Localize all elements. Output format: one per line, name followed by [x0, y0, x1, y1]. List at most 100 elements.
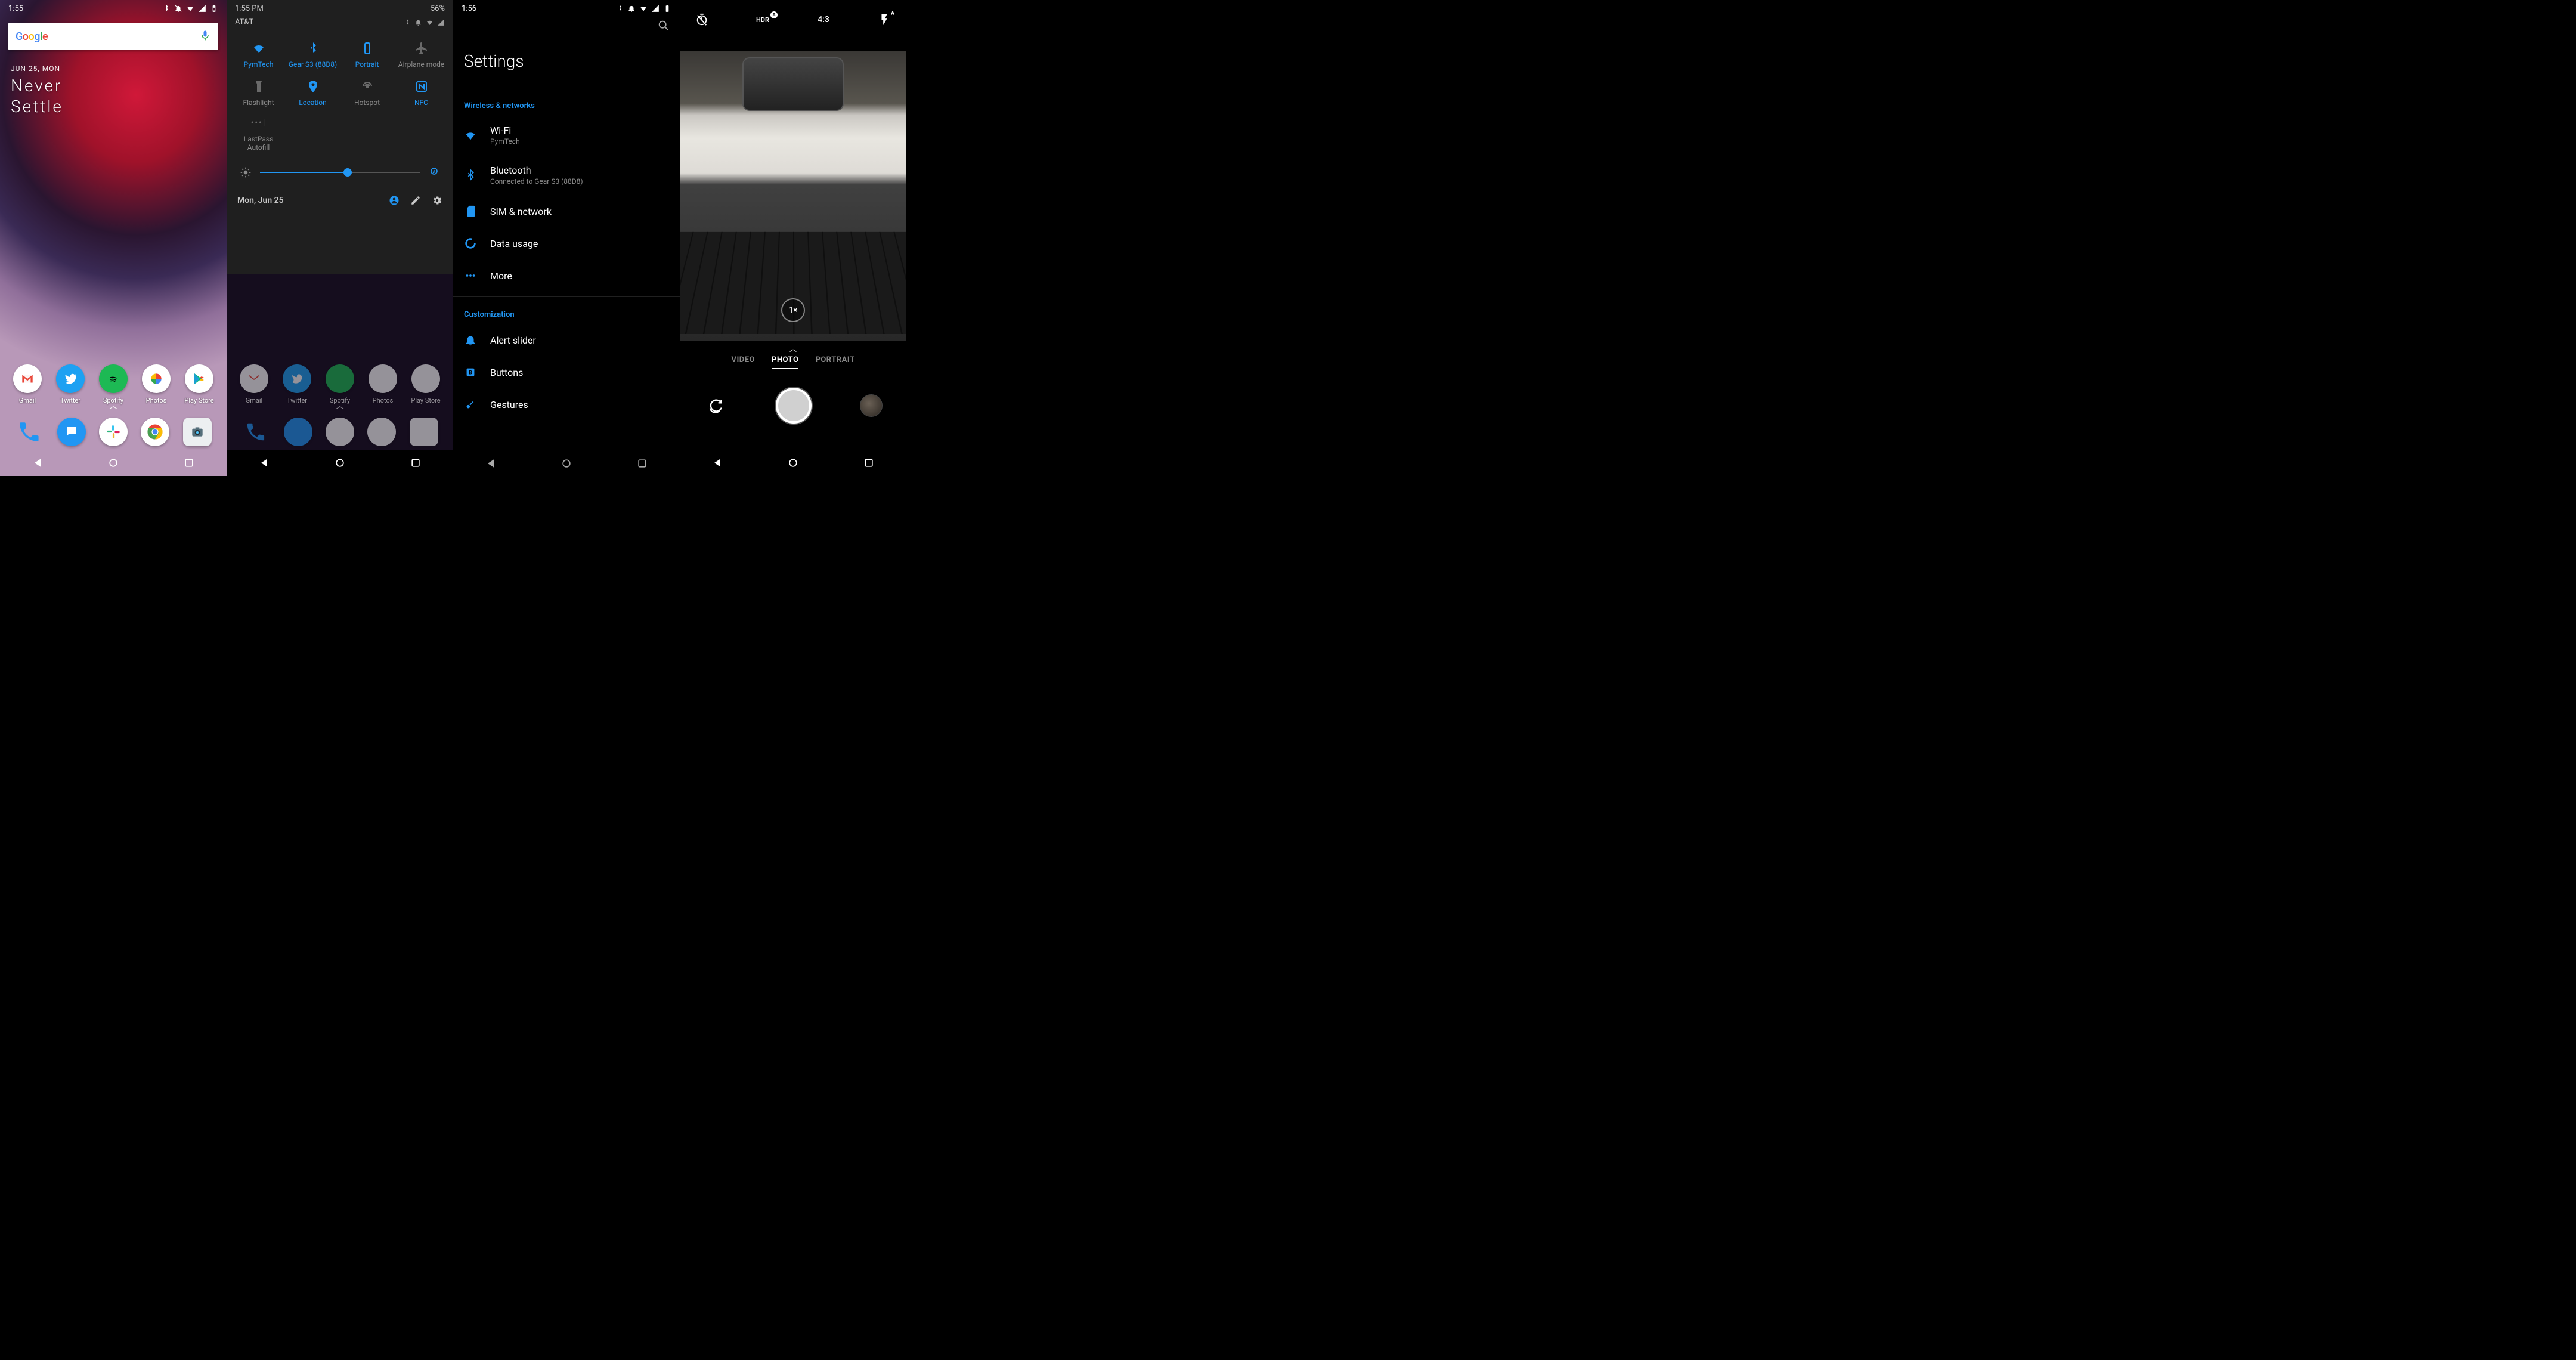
dock-slack[interactable] — [326, 418, 354, 446]
row-bluetooth[interactable]: BluetoothConnected to Gear S3 (88D8) — [453, 155, 680, 195]
mode-portrait[interactable]: PORTRAIT — [815, 356, 854, 369]
motto: NeverSettle — [11, 75, 216, 117]
date-widget[interactable]: JUN 25, MON NeverSettle — [11, 64, 216, 117]
dock-messages[interactable] — [284, 418, 312, 446]
qs-date[interactable]: Mon, Jun 25 — [237, 196, 378, 205]
dock-dimmed — [227, 418, 453, 446]
app-gmail[interactable]: Gmail — [8, 364, 47, 404]
qs-nfc[interactable]: NFC — [394, 76, 448, 110]
gallery-thumbnail[interactable] — [860, 394, 883, 417]
status-bar: 1:56 — [453, 0, 680, 17]
camera-controls — [680, 388, 906, 424]
dock — [0, 418, 227, 446]
qs-wifi[interactable]: PymTech — [231, 38, 286, 72]
qs-location[interactable]: Location — [286, 76, 340, 110]
row-alert-slider[interactable]: Alert slider — [453, 324, 680, 356]
signal-icon — [437, 18, 445, 26]
row-more[interactable]: More — [453, 259, 680, 292]
status-icons — [162, 4, 218, 13]
dock-camera[interactable] — [410, 418, 438, 446]
qs-lastpass[interactable]: •••|LastPass Autofill — [231, 115, 286, 156]
row-sim[interactable]: SIM & network — [453, 195, 680, 227]
timer-icon[interactable] — [689, 13, 714, 26]
svg-text:B: B — [469, 370, 472, 376]
google-search-bar[interactable]: Google — [8, 23, 218, 50]
app-spotify[interactable]: Spotify — [321, 364, 359, 404]
brightness-low-icon — [240, 166, 252, 178]
nav-recents-icon[interactable] — [863, 457, 875, 469]
home-screen: 1:55 Google JUN 25, MON NeverSettle Gmai… — [0, 0, 227, 476]
app-drawer-arrow-icon[interactable]: ︿ — [336, 400, 344, 412]
nav-back-icon[interactable] — [32, 457, 44, 469]
mode-photo[interactable]: PHOTO — [772, 356, 798, 369]
dock-chrome[interactable] — [367, 418, 396, 446]
nav-back-icon[interactable] — [258, 457, 270, 469]
hdr-toggle[interactable]: AHDR — [750, 16, 775, 24]
nav-home-icon[interactable] — [561, 458, 572, 469]
dock-chrome[interactable] — [141, 418, 169, 446]
qs-airplane[interactable]: Airplane mode — [394, 38, 448, 72]
nav-recents-icon[interactable] — [183, 457, 195, 469]
dnd-icon — [174, 4, 182, 13]
nav-home-icon[interactable] — [334, 457, 346, 469]
status-battery-pct: 56% — [431, 4, 445, 13]
app-photos[interactable]: Photos — [364, 364, 402, 404]
app-twitter[interactable]: Twitter — [278, 364, 316, 404]
nav-recents-icon[interactable] — [636, 458, 648, 469]
date-short: JUN 25, MON — [11, 64, 216, 73]
mode-video[interactable]: VIDEO — [731, 356, 755, 369]
page-title: Settings — [453, 35, 680, 83]
qs-flashlight[interactable]: Flashlight — [231, 76, 286, 110]
google-logo: Google — [16, 30, 48, 43]
nav-back-icon[interactable] — [711, 457, 723, 469]
aspect-toggle[interactable]: 4:3 — [811, 15, 836, 24]
nav-back-icon[interactable] — [485, 458, 497, 469]
gear-icon[interactable] — [432, 195, 442, 206]
battery-icon — [210, 4, 218, 13]
app-playstore[interactable]: Play Store — [407, 364, 445, 404]
dock-messages[interactable] — [57, 418, 86, 446]
status-bar: 1:55 — [0, 0, 227, 17]
section-customization: Customization — [453, 302, 680, 324]
qs-bluetooth[interactable]: Gear S3 (88D8) — [286, 38, 340, 72]
dock-phone[interactable] — [15, 418, 44, 446]
app-playstore[interactable]: Play Store — [180, 364, 218, 404]
dock-slack[interactable] — [99, 418, 128, 446]
qs-hotspot[interactable]: Hotspot — [340, 76, 394, 110]
brightness-auto-icon[interactable]: A — [428, 165, 440, 180]
dnd-icon — [627, 4, 636, 13]
user-icon[interactable] — [389, 195, 400, 206]
app-drawer-arrow-icon[interactable]: ︿ — [109, 400, 117, 412]
search-icon[interactable] — [657, 19, 670, 32]
mode-expand-icon[interactable]: ︿ — [789, 344, 797, 354]
app-gmail[interactable]: Gmail — [235, 364, 273, 404]
row-gestures[interactable]: Gestures — [453, 388, 680, 421]
status-time: 1:55 — [8, 4, 23, 13]
nav-home-icon[interactable] — [107, 457, 119, 469]
row-buttons[interactable]: BButtons — [453, 356, 680, 388]
bluetooth-icon — [403, 18, 411, 26]
mic-icon[interactable] — [199, 29, 211, 44]
shutter-button[interactable] — [776, 388, 812, 424]
edit-icon[interactable] — [410, 195, 421, 206]
app-photos[interactable]: Photos — [137, 364, 175, 404]
row-data-usage[interactable]: Data usage — [453, 227, 680, 259]
signal-icon — [198, 4, 206, 13]
app-twitter[interactable]: Twitter — [51, 364, 89, 404]
brightness-track[interactable] — [260, 172, 420, 173]
viewfinder-object — [742, 57, 844, 111]
qs-rotation[interactable]: Portrait — [340, 38, 394, 72]
nav-home-icon[interactable] — [787, 457, 799, 469]
app-row-dimmed: Gmail Twitter Spotify Photos Play Store — [227, 364, 453, 404]
app-row: Gmail Twitter Spotify Photos Play Store — [0, 364, 227, 404]
row-wifi[interactable]: Wi-FiPymTech — [453, 115, 680, 155]
dock-camera[interactable] — [183, 418, 212, 446]
dock-phone[interactable] — [242, 418, 270, 446]
nav-recents-icon[interactable] — [410, 457, 422, 469]
wifi-icon — [639, 4, 648, 13]
zoom-badge[interactable]: 1× — [781, 298, 805, 322]
app-spotify[interactable]: Spotify — [94, 364, 132, 404]
flash-toggle[interactable]: A — [872, 13, 897, 26]
brightness-slider[interactable]: A — [227, 157, 453, 186]
switch-camera-button[interactable] — [704, 394, 727, 418]
